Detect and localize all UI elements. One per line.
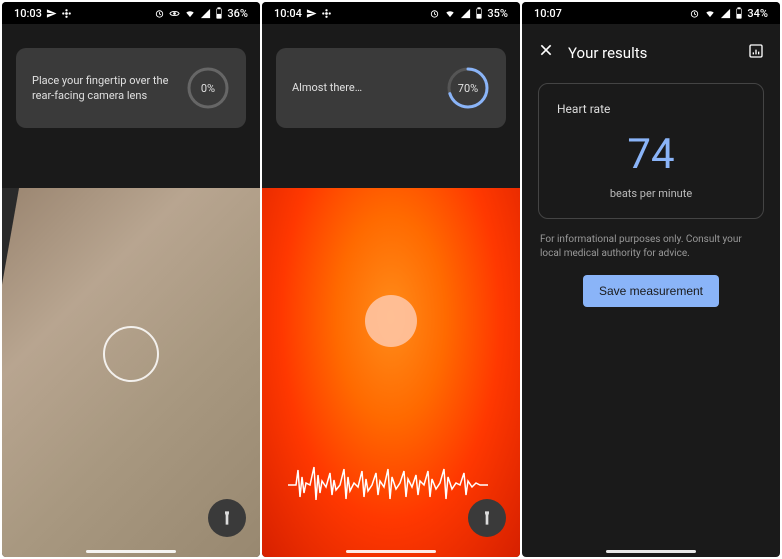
battery-percent: 34% xyxy=(747,7,768,20)
alarm-icon xyxy=(429,8,440,19)
wifi-icon xyxy=(444,8,456,19)
close-button[interactable] xyxy=(538,42,554,63)
alarm-icon xyxy=(154,8,165,19)
phone-screen-measuring: 10:04 35% Almost there… 70% xyxy=(262,2,520,557)
metric-value: 74 xyxy=(557,130,745,179)
flashlight-icon xyxy=(219,510,235,526)
signal-icon xyxy=(720,8,731,19)
phone-screen-initial: 10:03 36% Place your fingertip over the … xyxy=(2,2,260,557)
flashlight-icon xyxy=(479,510,495,526)
nav-bar[interactable] xyxy=(2,548,260,554)
signal-icon xyxy=(460,8,471,19)
instruction-card: Almost there… 70% xyxy=(276,48,506,128)
instruction-text: Almost there… xyxy=(292,80,430,95)
nav-bar[interactable] xyxy=(522,548,780,554)
metric-unit: beats per minute xyxy=(557,187,745,200)
instruction-text: Place your fingertip over the rear-facin… xyxy=(32,73,170,104)
wifi-icon xyxy=(704,8,716,19)
eye-icon xyxy=(169,8,180,19)
metric-label: Heart rate xyxy=(557,102,745,116)
chart-icon xyxy=(748,43,764,59)
battery-percent: 35% xyxy=(487,7,508,20)
battery-icon xyxy=(215,7,223,19)
results-title: Your results xyxy=(568,44,734,62)
results-header: Your results xyxy=(538,24,764,83)
camera-viewfinder[interactable] xyxy=(2,188,260,557)
camera-viewfinder[interactable] xyxy=(262,188,520,557)
focus-ring-icon xyxy=(103,326,159,382)
disclaimer-text: For informational purposes only. Consult… xyxy=(540,233,762,261)
battery-icon xyxy=(475,7,483,19)
battery-icon xyxy=(735,7,743,19)
battery-percent: 36% xyxy=(227,7,248,20)
status-bar: 10:04 35% xyxy=(262,2,520,24)
flower-icon xyxy=(321,8,332,19)
instruction-card: Place your fingertip over the rear-facin… xyxy=(16,48,246,128)
nav-bar[interactable] xyxy=(262,548,520,554)
status-time: 10:04 xyxy=(274,7,302,20)
chart-button[interactable] xyxy=(748,43,764,63)
wifi-icon xyxy=(184,8,196,19)
result-card: Heart rate 74 beats per minute xyxy=(538,83,764,219)
signal-icon xyxy=(200,8,211,19)
progress-label: 70% xyxy=(446,66,490,110)
alarm-icon xyxy=(689,8,700,19)
phone-screen-results: 10:07 34% Your results Heart rate 74 bea… xyxy=(522,2,780,557)
pulse-indicator-icon xyxy=(365,295,417,347)
flower-icon xyxy=(61,8,72,19)
status-time: 10:03 xyxy=(14,7,42,20)
progress-ring: 0% xyxy=(186,66,230,110)
status-bar: 10:03 36% xyxy=(2,2,260,24)
waveform-icon xyxy=(288,455,488,515)
status-time: 10:07 xyxy=(534,7,562,20)
send-icon xyxy=(46,8,57,19)
flashlight-button[interactable] xyxy=(468,499,506,537)
close-icon xyxy=(538,42,554,58)
flashlight-button[interactable] xyxy=(208,499,246,537)
save-measurement-button[interactable]: Save measurement xyxy=(583,275,719,307)
progress-label: 0% xyxy=(186,66,230,110)
status-bar: 10:07 34% xyxy=(522,2,780,24)
progress-ring: 70% xyxy=(446,66,490,110)
send-icon xyxy=(306,8,317,19)
